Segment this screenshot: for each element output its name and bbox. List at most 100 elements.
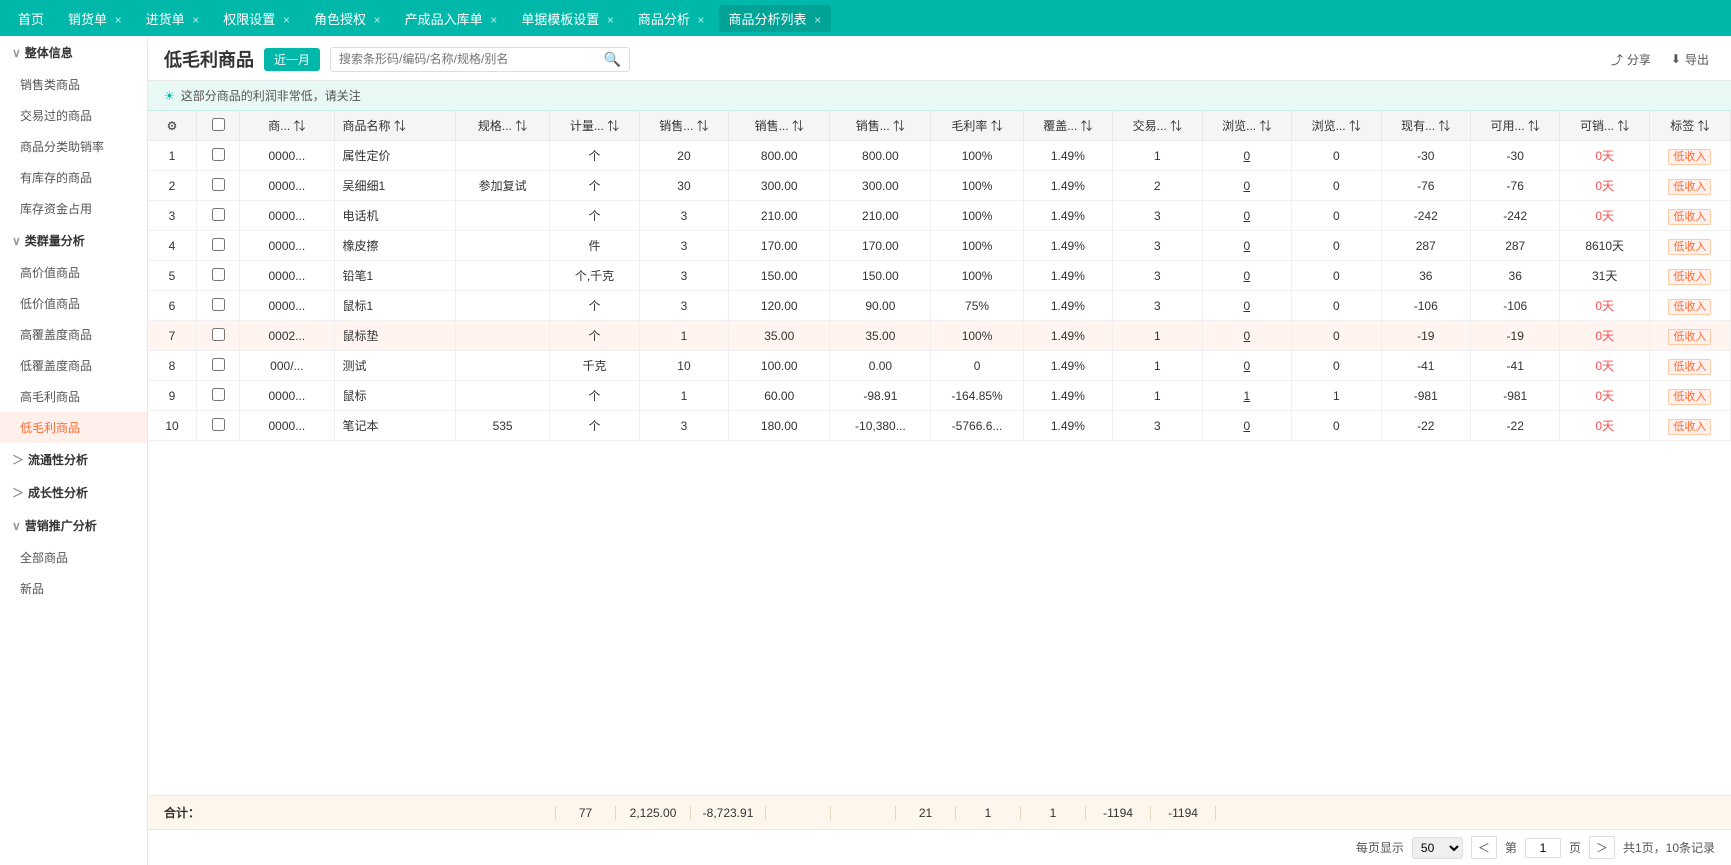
- next-page-button[interactable]: ＞: [1589, 836, 1615, 859]
- close-icon[interactable]: ×: [490, 13, 497, 27]
- nav-item-goods-analysis[interactable]: 商品分析 ×: [628, 5, 715, 32]
- row-check[interactable]: [197, 321, 240, 351]
- sidebar-item-category-rate[interactable]: 商品分类助销率: [0, 131, 147, 162]
- close-icon[interactable]: ×: [607, 13, 614, 27]
- row-checkbox[interactable]: [212, 148, 225, 161]
- close-icon[interactable]: ×: [374, 13, 381, 27]
- nav-item-goods-analysis-list[interactable]: 商品分析列表 ×: [719, 5, 832, 32]
- close-icon[interactable]: ×: [697, 13, 704, 27]
- row-spec: [455, 141, 549, 171]
- row-check[interactable]: [197, 411, 240, 441]
- row-checkbox[interactable]: [212, 268, 225, 281]
- sidebar-section-category[interactable]: ∨ 类群量分析: [0, 224, 147, 257]
- row-check[interactable]: [197, 351, 240, 381]
- nav-item-products[interactable]: 产成品入库单 ×: [395, 5, 508, 32]
- browse1-link[interactable]: 0: [1243, 149, 1250, 163]
- col-sales-qty-header[interactable]: 销售... ⇅: [639, 111, 728, 141]
- select-all-checkbox[interactable]: [212, 118, 225, 131]
- col-inv-saleable-header[interactable]: 可销... ⇅: [1560, 111, 1649, 141]
- browse1-link[interactable]: 0: [1243, 299, 1250, 313]
- sidebar-section-growth[interactable]: ＞ 成长性分析: [0, 476, 147, 509]
- col-spec-header[interactable]: 规格... ⇅: [455, 111, 549, 141]
- row-checkbox[interactable]: [212, 358, 225, 371]
- row-checkbox[interactable]: [212, 328, 225, 341]
- row-check[interactable]: [197, 381, 240, 411]
- sidebar-item-all-goods[interactable]: 全部商品: [0, 542, 147, 573]
- sidebar-item-high-coverage[interactable]: 高覆盖度商品: [0, 319, 147, 350]
- col-inv-current-header[interactable]: 现有... ⇅: [1381, 111, 1470, 141]
- sidebar-section-overview[interactable]: ∨ 整体信息: [0, 36, 147, 69]
- search-box[interactable]: 🔍: [330, 47, 630, 72]
- row-checkbox[interactable]: [212, 208, 225, 221]
- row-check[interactable]: [197, 141, 240, 171]
- col-coverage-header[interactable]: 覆盖... ⇅: [1023, 111, 1112, 141]
- page-number-input[interactable]: [1525, 838, 1561, 858]
- share-button[interactable]: ⤴ 分享: [1605, 48, 1657, 71]
- sidebar-item-low-coverage[interactable]: 低覆盖度商品: [0, 350, 147, 381]
- sidebar-item-traded-goods[interactable]: 交易过的商品: [0, 100, 147, 131]
- sidebar-item-low-value[interactable]: 低价值商品: [0, 288, 147, 319]
- sidebar-item-sales-goods[interactable]: 销售类商品: [0, 69, 147, 100]
- browse1-link[interactable]: 1: [1243, 389, 1250, 403]
- sidebar-item-high-value[interactable]: 高价值商品: [0, 257, 147, 288]
- nav-item-sales[interactable]: 销货单 ×: [58, 5, 132, 32]
- row-checkbox[interactable]: [212, 298, 225, 311]
- close-icon[interactable]: ×: [192, 13, 199, 27]
- row-checkbox[interactable]: [212, 418, 225, 431]
- col-inv-usable-header[interactable]: 可用... ⇅: [1470, 111, 1559, 141]
- browse1-link[interactable]: 0: [1243, 359, 1250, 373]
- col-tx-header[interactable]: 交易... ⇅: [1113, 111, 1202, 141]
- nav-item-permissions[interactable]: 权限设置 ×: [213, 5, 300, 32]
- row-check[interactable]: [197, 261, 240, 291]
- nav-item-template[interactable]: 单据模板设置 ×: [511, 5, 624, 32]
- col-sales-price-header[interactable]: 销售... ⇅: [729, 111, 830, 141]
- col-sales-profit-header[interactable]: 销售... ⇅: [830, 111, 931, 141]
- row-check[interactable]: [197, 171, 240, 201]
- browse1-link[interactable]: 0: [1243, 179, 1250, 193]
- row-checkbox[interactable]: [212, 178, 225, 191]
- sidebar-item-stock-capital[interactable]: 库存资金占用: [0, 193, 147, 224]
- row-tag: 低收入: [1649, 261, 1730, 291]
- row-check[interactable]: [197, 231, 240, 261]
- row-tag: 低收入: [1649, 291, 1730, 321]
- sidebar-item-low-margin[interactable]: 低毛利商品: [0, 412, 147, 443]
- close-icon[interactable]: ×: [115, 13, 122, 27]
- sidebar-item-new-goods[interactable]: 新品: [0, 573, 147, 604]
- col-check[interactable]: [197, 111, 240, 141]
- browse1-link[interactable]: 0: [1243, 419, 1250, 433]
- row-name: 橡皮擦: [334, 231, 455, 261]
- prev-page-button[interactable]: ＜: [1471, 836, 1497, 859]
- page-size-select[interactable]: 50 100: [1412, 837, 1463, 859]
- export-button[interactable]: ⬇ 导出: [1665, 48, 1715, 71]
- filter-recent-month-button[interactable]: 近一月: [264, 48, 320, 71]
- col-gross-margin-header[interactable]: 毛利率 ⇅: [931, 111, 1023, 141]
- row-check[interactable]: [197, 291, 240, 321]
- browse1-link[interactable]: 0: [1243, 269, 1250, 283]
- nav-item-roles[interactable]: 角色授权 ×: [304, 5, 391, 32]
- sidebar-item-high-margin[interactable]: 高毛利商品: [0, 381, 147, 412]
- row-checkbox[interactable]: [212, 388, 225, 401]
- browse1-link[interactable]: 0: [1243, 329, 1250, 343]
- col-tag-header[interactable]: 标签 ⇅: [1649, 111, 1730, 141]
- col-browse1-header[interactable]: 浏览... ⇅: [1202, 111, 1291, 141]
- row-checkbox[interactable]: [212, 238, 225, 251]
- col-unit-header[interactable]: 计量... ⇅: [550, 111, 639, 141]
- browse1-link[interactable]: 0: [1243, 239, 1250, 253]
- sidebar-item-stock-goods[interactable]: 有库存的商品: [0, 162, 147, 193]
- close-icon[interactable]: ×: [283, 13, 290, 27]
- search-input[interactable]: [339, 52, 604, 66]
- close-icon[interactable]: ×: [814, 13, 821, 27]
- col-sku-header[interactable]: 商... ⇅: [240, 111, 334, 141]
- tag-badge: 低收入: [1668, 269, 1711, 285]
- col-browse2-header[interactable]: 浏览... ⇅: [1292, 111, 1381, 141]
- sort-icon: ⇅: [294, 119, 306, 133]
- col-name-header[interactable]: 商品名称 ⇅: [334, 111, 455, 141]
- row-browse1: 0: [1202, 291, 1291, 321]
- row-check[interactable]: [197, 201, 240, 231]
- col-setting[interactable]: ⚙: [148, 111, 197, 141]
- nav-item-purchase[interactable]: 进货单 ×: [136, 5, 210, 32]
- browse1-link[interactable]: 0: [1243, 209, 1250, 223]
- sidebar-section-flow[interactable]: ＞ 流通性分析: [0, 443, 147, 476]
- sidebar-section-marketing[interactable]: ∨ 营销推广分析: [0, 509, 147, 542]
- nav-item-home[interactable]: 首页: [8, 5, 54, 32]
